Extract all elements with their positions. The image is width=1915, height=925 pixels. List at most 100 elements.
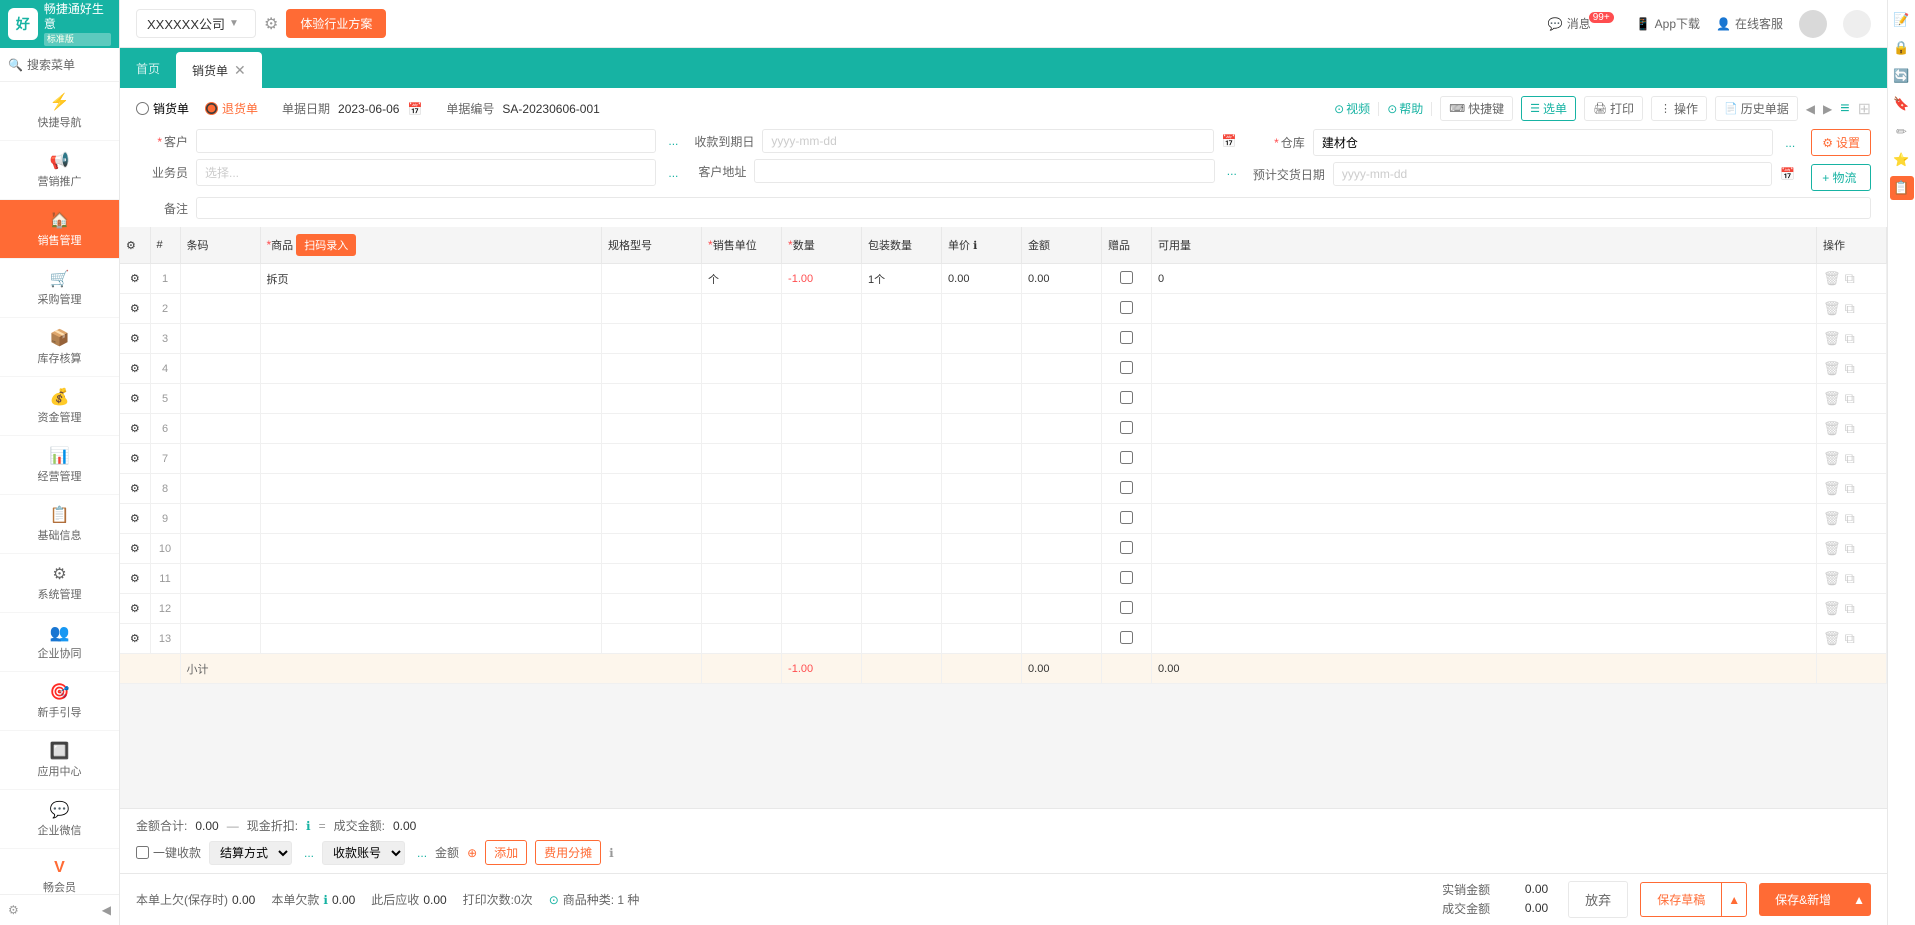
row-barcode[interactable]: [180, 594, 260, 624]
sidebar-item-operation[interactable]: 📊 经营管理: [0, 436, 119, 495]
row-amount[interactable]: [1022, 444, 1102, 474]
row-gift[interactable]: [1102, 474, 1152, 504]
row-price[interactable]: [942, 504, 1022, 534]
abandon-button[interactable]: 放弃: [1568, 881, 1628, 918]
add-payment-btn[interactable]: 添加: [485, 840, 527, 865]
row-qty[interactable]: -1.00: [782, 264, 862, 294]
delivery-cal-icon[interactable]: 📅: [1780, 167, 1795, 181]
row-price[interactable]: [942, 354, 1022, 384]
radio-return[interactable]: 退货单: [205, 100, 258, 117]
copy-icon[interactable]: ⧉: [1845, 600, 1855, 617]
row-price[interactable]: [942, 624, 1022, 654]
row-gift[interactable]: [1102, 294, 1152, 324]
row-price[interactable]: [942, 564, 1022, 594]
row-unit[interactable]: [702, 534, 782, 564]
row-gear[interactable]: ⚙: [120, 594, 150, 624]
row-barcode[interactable]: [180, 414, 260, 444]
copy-icon[interactable]: ⧉: [1845, 390, 1855, 407]
row-qty[interactable]: [782, 294, 862, 324]
save-new-chevron[interactable]: ▲: [1847, 883, 1871, 916]
row-unit[interactable]: [702, 504, 782, 534]
row-gift[interactable]: [1102, 504, 1152, 534]
row-unit[interactable]: [702, 414, 782, 444]
row-spec[interactable]: [602, 264, 702, 294]
sidebar-item-finance[interactable]: 💰 资金管理: [0, 377, 119, 436]
delivery-date-input[interactable]: yyyy-mm-dd: [1333, 162, 1772, 186]
row-qty[interactable]: [782, 534, 862, 564]
row-unit[interactable]: [702, 354, 782, 384]
account-more-btn[interactable]: ...: [417, 846, 427, 860]
rp-star-icon[interactable]: ⭐: [1890, 148, 1914, 172]
row-unit[interactable]: [702, 444, 782, 474]
row-gift[interactable]: [1102, 444, 1152, 474]
save-draft-button[interactable]: 保存草稿: [1640, 882, 1721, 917]
customer-more-btn[interactable]: ...: [668, 134, 678, 148]
row-barcode[interactable]: [180, 354, 260, 384]
sidebar-item-inventory[interactable]: 📦 库存核算: [0, 318, 119, 377]
row-price[interactable]: 0.00: [942, 264, 1022, 294]
row-price[interactable]: [942, 474, 1022, 504]
row-gift[interactable]: [1102, 414, 1152, 444]
rp-active-icon[interactable]: 📋: [1890, 176, 1914, 200]
row-unit[interactable]: [702, 294, 782, 324]
row-unit[interactable]: [702, 384, 782, 414]
expense-split-btn[interactable]: 费用分摊: [535, 840, 601, 865]
row-gift[interactable]: [1102, 594, 1152, 624]
row-product[interactable]: [260, 384, 602, 414]
row-gear[interactable]: ⚙: [120, 624, 150, 654]
row-gear[interactable]: ⚙: [120, 324, 150, 354]
tab-sales-order[interactable]: 销货单 ✕: [176, 52, 262, 88]
row-gift[interactable]: [1102, 324, 1152, 354]
operation-btn[interactable]: ⋮ 操作: [1651, 96, 1707, 121]
online-service-area[interactable]: 👤 在线客服: [1716, 15, 1783, 32]
trial-button[interactable]: 体验行业方案: [286, 9, 386, 38]
copy-icon[interactable]: ⧉: [1845, 540, 1855, 557]
row-qty[interactable]: [782, 564, 862, 594]
sidebar-item-wechat[interactable]: 💬 企业微信: [0, 790, 119, 849]
row-amount[interactable]: [1022, 534, 1102, 564]
rp-note-icon[interactable]: 📝: [1890, 8, 1914, 32]
payment-method-select[interactable]: 结算方式: [209, 841, 292, 865]
row-gift[interactable]: [1102, 264, 1152, 294]
sidebar-item-system[interactable]: ⚙ 系统管理: [0, 554, 119, 613]
row-unit[interactable]: [702, 324, 782, 354]
row-qty[interactable]: [782, 624, 862, 654]
row-qty[interactable]: [782, 594, 862, 624]
copy-icon[interactable]: ⧉: [1845, 480, 1855, 497]
row-pkg-qty[interactable]: [862, 474, 942, 504]
rp-refresh-icon[interactable]: 🔄: [1890, 64, 1914, 88]
row-barcode[interactable]: [180, 534, 260, 564]
row-amount[interactable]: [1022, 414, 1102, 444]
delete-icon[interactable]: 🗑: [1823, 480, 1841, 497]
row-gift[interactable]: [1102, 384, 1152, 414]
row-barcode[interactable]: [180, 474, 260, 504]
row-barcode[interactable]: [180, 324, 260, 354]
row-pkg-qty[interactable]: [862, 534, 942, 564]
row-unit[interactable]: [702, 624, 782, 654]
row-barcode[interactable]: [180, 294, 260, 324]
sidebar-item-marketing[interactable]: 📢 营销推广: [0, 141, 119, 200]
row-gift[interactable]: [1102, 564, 1152, 594]
row-price[interactable]: [942, 324, 1022, 354]
row-product[interactable]: [260, 354, 602, 384]
rp-lock-icon[interactable]: 🔒: [1890, 36, 1914, 60]
video-link[interactable]: ⊙ 视频: [1334, 100, 1370, 117]
row-gear[interactable]: ⚙: [120, 384, 150, 414]
salesperson-more-btn[interactable]: ...: [668, 166, 678, 180]
view-grid-icon[interactable]: ⊞: [1858, 99, 1871, 119]
row-pkg-qty[interactable]: [862, 384, 942, 414]
select-btn[interactable]: ☰ 选单: [1521, 96, 1576, 121]
row-product[interactable]: [260, 594, 602, 624]
row-product[interactable]: [260, 324, 602, 354]
sidebar-item-guide[interactable]: 🎯 新手引导: [0, 672, 119, 731]
row-price[interactable]: [942, 594, 1022, 624]
payment-date-input[interactable]: yyyy-mm-dd: [762, 129, 1213, 153]
table-scroll[interactable]: ⚙ # 条码 *商品 扫码录入 规格型号 *销售单位 *数量 包装数量 单价 ℹ: [120, 227, 1887, 808]
copy-icon[interactable]: ⧉: [1845, 270, 1855, 287]
copy-icon[interactable]: ⧉: [1845, 360, 1855, 377]
delete-icon[interactable]: 🗑: [1823, 420, 1841, 437]
delete-icon[interactable]: 🗑: [1823, 270, 1841, 287]
row-gear[interactable]: ⚙: [120, 294, 150, 324]
address-more-btn[interactable]: ...: [1227, 164, 1237, 178]
row-price[interactable]: [942, 534, 1022, 564]
